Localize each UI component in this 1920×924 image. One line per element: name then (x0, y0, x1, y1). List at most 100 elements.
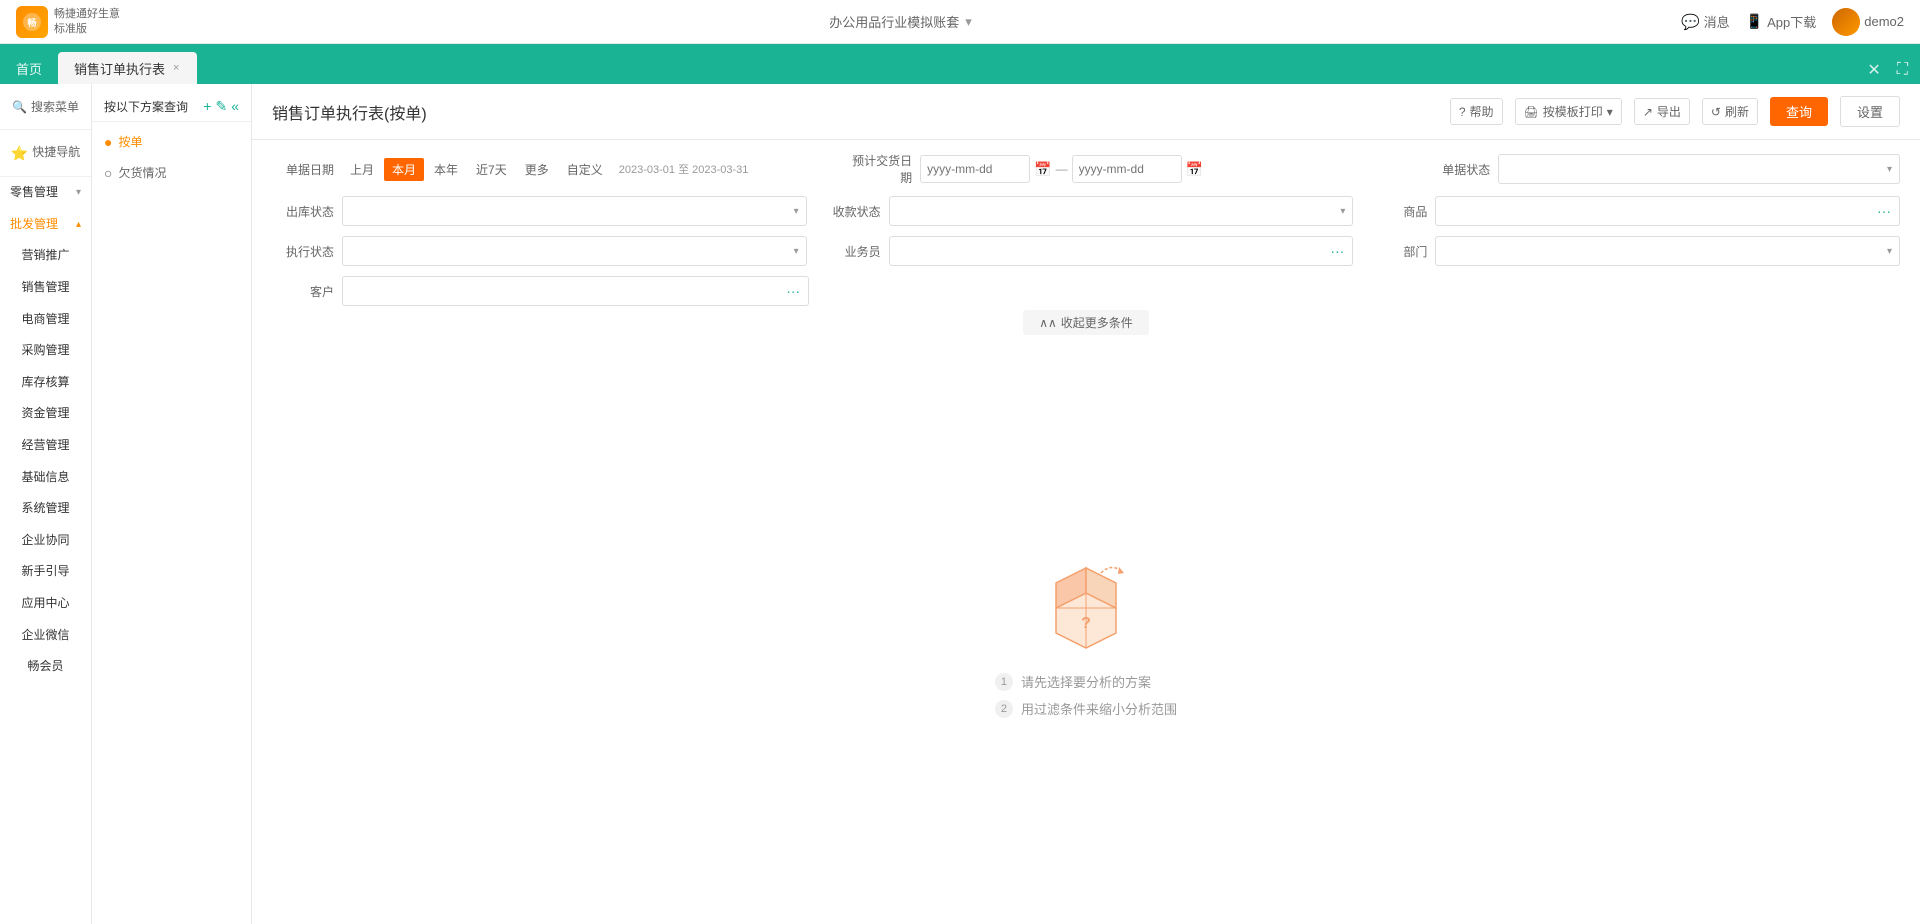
hint-num-2: 2 (995, 700, 1013, 718)
sidebar-item-enterprise-collab[interactable]: 企业协同 (0, 525, 91, 557)
sidebar-item-member[interactable]: 畅会员 (0, 651, 91, 683)
app-download-btn[interactable]: 📱 App下载 (1746, 12, 1817, 31)
date-tab-more[interactable]: 更多 (517, 158, 557, 181)
search-icon: 🔍 (12, 100, 27, 114)
svg-text:畅: 畅 (27, 17, 36, 28)
date-tabs: 上月 本月 本年 近7天 更多 自定义 (342, 158, 611, 181)
header-right: 💬 消息 📱 App下载 demo2 (1681, 8, 1904, 36)
customer-input[interactable]: ··· (342, 276, 809, 306)
logo-text: 畅捷通好生意 标准版 (54, 7, 120, 36)
sidebar-item-finance[interactable]: 资金管理 (0, 398, 91, 430)
delivery-start-input[interactable] (920, 155, 1030, 183)
date-tab-last-month[interactable]: 上月 (342, 158, 382, 181)
collapse-row: ∧∧ 收起更多条件 (272, 310, 1900, 335)
collapse-panel-btn[interactable]: « (231, 98, 239, 115)
sidebar-item-inventory[interactable]: 库存核算 (0, 367, 91, 399)
exec-status-label: 执行状态 (272, 243, 342, 260)
goods-input[interactable]: ··· (1435, 196, 1900, 226)
help-icon: ? (1459, 105, 1466, 119)
calendar-icon-end: 📅 (1186, 161, 1203, 178)
header-center: 办公用品行业模拟账套 ▾ (829, 12, 972, 31)
search-menu-btn[interactable]: 🔍 搜索菜单 (8, 92, 83, 121)
export-btn[interactable]: ↗ 导出 (1634, 98, 1690, 125)
date-filter-label: 单据日期 (272, 161, 342, 178)
sidebar-item-guide[interactable]: 新手引导 (0, 556, 91, 588)
logo-icon: 畅 (16, 6, 48, 38)
print-btn[interactable]: 🖨 按模板打印 ▾ (1515, 98, 1622, 125)
star-icon: ⭐ (11, 144, 28, 162)
page-title: 销售订单执行表(按单) (272, 100, 427, 136)
collapse-more-btn[interactable]: ∧∧ 收起更多条件 (1023, 310, 1149, 335)
out-status-select[interactable] (342, 196, 807, 226)
sidebar-item-purchase[interactable]: 采购管理 (0, 335, 91, 367)
delivery-end-input[interactable] (1072, 155, 1182, 183)
filter-row-4: 客户 ··· (272, 276, 1900, 306)
edit-scheme-btn[interactable]: ✎ (215, 98, 227, 115)
sidebar-item-marketing[interactable]: 营销推广 (0, 240, 91, 272)
expand-window-btn[interactable]: ⛶ (1893, 57, 1912, 83)
date-tab-this-year[interactable]: 本年 (426, 158, 466, 181)
message-btn[interactable]: 💬 消息 (1681, 12, 1730, 31)
doc-status-select[interactable] (1498, 154, 1900, 184)
company-dropdown-icon[interactable]: ▾ (965, 14, 972, 30)
user-avatar[interactable]: demo2 (1832, 8, 1904, 36)
empty-hint-2: 2 用过滤条件来缩小分析范围 (995, 699, 1177, 718)
sidebar-item-sales[interactable]: 销售管理 (0, 272, 91, 304)
salesperson-group: 业务员 ··· (819, 236, 1354, 266)
top-header: 畅 畅捷通好生意 标准版 办公用品行业模拟账套 ▾ 💬 消息 📱 App下载 d… (0, 0, 1920, 44)
empty-icon-area: ? (1036, 553, 1136, 656)
salesperson-input[interactable]: ··· (889, 236, 1354, 266)
doc-status-select-wrapper: ▾ (1498, 154, 1900, 184)
sidebar-item-operation[interactable]: 经营管理 (0, 430, 91, 462)
sidebar-item-system[interactable]: 系统管理 (0, 493, 91, 525)
page-header-actions: ? 帮助 🖨 按模板打印 ▾ ↗ 导出 ↺ 刷新 (1450, 96, 1900, 139)
left-panel-actions: + ✎ « (203, 98, 239, 115)
date-tab-custom[interactable]: 自定义 (559, 158, 611, 181)
date-range-text: 2023-03-01 至 2023-03-31 (619, 161, 749, 177)
left-panel: 按以下方案查询 + ✎ « ● 按单 ○ 欠货情况 (92, 84, 252, 924)
delivery-date-group: 预计交货日期 📅 — 📅 (850, 152, 1416, 186)
date-separator: — (1056, 162, 1068, 176)
tab-sales-exec[interactable]: 销售订单执行表 × (58, 52, 197, 84)
retail-arrow-icon: ▾ (76, 186, 81, 199)
backorder-icon: ○ (104, 165, 112, 181)
setting-btn[interactable]: 设置 (1840, 96, 1900, 127)
empty-text-list: 1 请先选择要分析的方案 2 用过滤条件来缩小分析范围 (995, 672, 1177, 718)
tab-close-btn[interactable]: × (171, 60, 181, 76)
add-scheme-btn[interactable]: + (203, 98, 211, 115)
receipt-status-select[interactable] (889, 196, 1354, 226)
sidebar-item-wholesale[interactable]: 批发管理 ▴ (0, 209, 91, 241)
exec-status-select[interactable] (342, 236, 807, 266)
goods-label: 商品 (1365, 203, 1435, 220)
customer-label: 客户 (272, 283, 342, 300)
query-btn[interactable]: 查询 (1770, 97, 1828, 126)
sidebar-item-wechat[interactable]: 企业微信 (0, 620, 91, 652)
left-nav-item-backorder[interactable]: ○ 欠货情况 (92, 157, 251, 188)
logo-area[interactable]: 畅 畅捷通好生意 标准版 (16, 6, 120, 38)
quick-nav-section: ⭐ 快捷导航 (0, 130, 91, 177)
main-layout: 🔍 搜索菜单 ⭐ 快捷导航 零售管理 ▾ 批发管理 ▴ 营销推广 销售管理 (0, 84, 1920, 924)
main-content: 销售订单执行表(按单) ? 帮助 🖨 按模板打印 ▾ ↗ 导出 (252, 84, 1920, 924)
out-status-group: 出库状态 ▾ (272, 196, 807, 226)
department-label: 部门 (1365, 243, 1435, 260)
date-tab-7days[interactable]: 近7天 (468, 158, 515, 181)
refresh-icon: ↺ (1711, 105, 1721, 119)
sidebar-quick-nav[interactable]: ⭐ 快捷导航 (0, 136, 91, 170)
sidebar-item-basic-info[interactable]: 基础信息 (0, 462, 91, 494)
left-panel-header: 按以下方案查询 + ✎ « (92, 92, 251, 122)
message-icon: 💬 (1681, 13, 1700, 31)
date-tab-this-month[interactable]: 本月 (384, 158, 424, 181)
sidebar-item-app-center[interactable]: 应用中心 (0, 588, 91, 620)
close-window-btn[interactable]: ✕ (1863, 56, 1884, 84)
sidebar-item-retail[interactable]: 零售管理 ▾ (0, 177, 91, 209)
refresh-btn[interactable]: ↺ 刷新 (1702, 98, 1758, 125)
department-select[interactable] (1435, 236, 1900, 266)
help-btn[interactable]: ? 帮助 (1450, 98, 1503, 125)
left-nav-item-order[interactable]: ● 按单 (92, 126, 251, 157)
empty-state: ? 1 请先选择要分析的方案 2 用过滤条件来缩小分析范围 (252, 347, 1920, 924)
company-name: 办公用品行业模拟账套 (829, 12, 959, 31)
sidebar-item-ecommerce[interactable]: 电商管理 (0, 304, 91, 336)
filter-row-1: 单据日期 上月 本月 本年 近7天 更多 自定义 2023-03-01 至 20… (272, 152, 1900, 186)
tab-home[interactable]: 首页 (0, 52, 58, 84)
delivery-date-controls: 📅 — 📅 (920, 155, 1416, 183)
